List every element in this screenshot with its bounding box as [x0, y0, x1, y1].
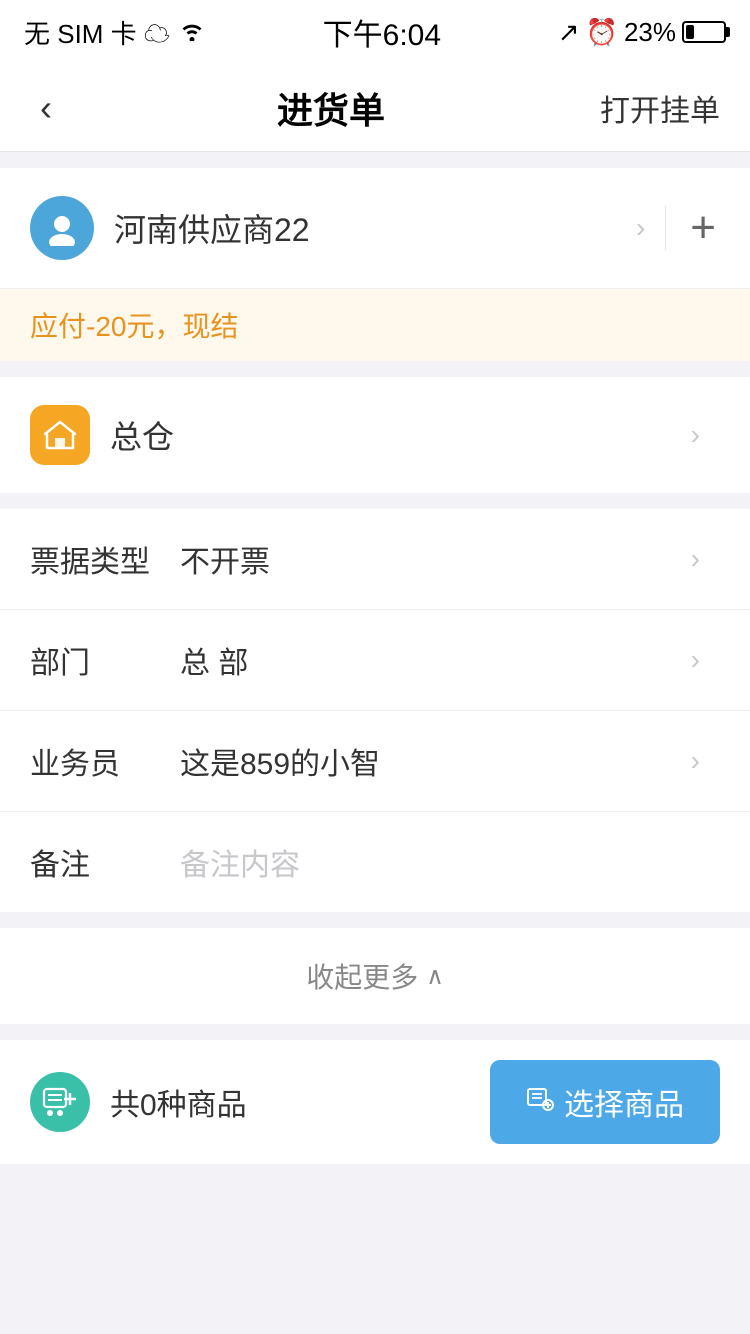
collapse-icon: ∧ — [426, 962, 444, 991]
house-icon — [43, 420, 77, 450]
select-btn-label: 选择商品 — [564, 1080, 684, 1124]
select-btn-icon — [526, 1086, 554, 1118]
collapse-label: 收起更多 — [306, 956, 418, 996]
supplier-row[interactable]: 河南供应商22 › + — [0, 168, 750, 289]
status-left: 无 SIM 卡 ☁ — [24, 14, 206, 51]
battery-icon — [682, 21, 726, 43]
battery-percent: 23% — [624, 17, 676, 48]
remark-row[interactable]: 备注 备注内容 — [0, 812, 750, 912]
remark-label: 备注 — [30, 840, 180, 884]
notice-band: 应付-20元，现结 — [0, 289, 750, 361]
salesperson-label: 业务员 — [30, 739, 180, 783]
person-icon — [44, 210, 80, 246]
status-time: 下午6:04 — [323, 10, 441, 54]
open-pending-button[interactable]: 打开挂单 — [600, 86, 720, 130]
form-section: 票据类型 不开票 › 部门 总 部 › 业务员 这是859的小智 › 备注 备注… — [0, 509, 750, 912]
product-count: 共0种商品 — [110, 1080, 490, 1124]
back-button[interactable]: ‹ — [30, 77, 62, 139]
page-title: 进货单 — [277, 82, 385, 134]
add-supplier-button[interactable]: + — [686, 203, 720, 253]
cart-icon-wrap — [30, 1072, 90, 1132]
cart-icon — [42, 1087, 78, 1117]
sim-label: 无 SIM 卡 ☁ — [24, 14, 170, 51]
salesperson-value: 这是859的小智 — [180, 739, 691, 783]
warehouse-icon-wrap — [30, 405, 90, 465]
invoice-type-value: 不开票 — [180, 537, 691, 581]
chevron-right-icon: › — [691, 644, 700, 676]
vertical-divider — [665, 206, 666, 250]
supplier-name: 河南供应商22 — [114, 205, 636, 251]
chevron-right-icon: › — [691, 543, 700, 575]
department-row[interactable]: 部门 总 部 › — [0, 610, 750, 711]
status-right: ↗ ⏰ 23% — [558, 17, 726, 48]
collapse-row[interactable]: 收起更多 ∧ — [0, 928, 750, 1024]
salesperson-row[interactable]: 业务员 这是859的小智 › — [0, 711, 750, 812]
select-product-button[interactable]: 选择商品 — [490, 1060, 720, 1144]
warehouse-name: 总仓 — [110, 412, 691, 458]
status-bar: 无 SIM 卡 ☁ 下午6:04 ↗ ⏰ 23% — [0, 0, 750, 64]
department-value: 总 部 — [180, 638, 691, 682]
supplier-section: 河南供应商22 › + 应付-20元，现结 — [0, 168, 750, 361]
avatar — [30, 196, 94, 260]
main-content: 河南供应商22 › + 应付-20元，现结 总仓 › 票据类型 不开票 › 部门 — [0, 152, 750, 1164]
bottom-bar: 共0种商品 选择商品 — [0, 1040, 750, 1164]
nav-bar: ‹ 进货单 打开挂单 — [0, 64, 750, 152]
invoice-type-label: 票据类型 — [30, 537, 180, 581]
location-icon: ↗ — [558, 17, 580, 48]
warehouse-row[interactable]: 总仓 › — [0, 377, 750, 493]
remark-input[interactable]: 备注内容 — [180, 840, 720, 884]
chevron-right-icon: › — [636, 212, 645, 244]
chevron-right-icon: › — [691, 419, 700, 451]
wifi-icon — [178, 17, 206, 48]
invoice-type-row[interactable]: 票据类型 不开票 › — [0, 509, 750, 610]
alarm-icon: ⏰ — [586, 17, 618, 48]
department-label: 部门 — [30, 638, 180, 682]
chevron-right-icon: › — [691, 745, 700, 777]
